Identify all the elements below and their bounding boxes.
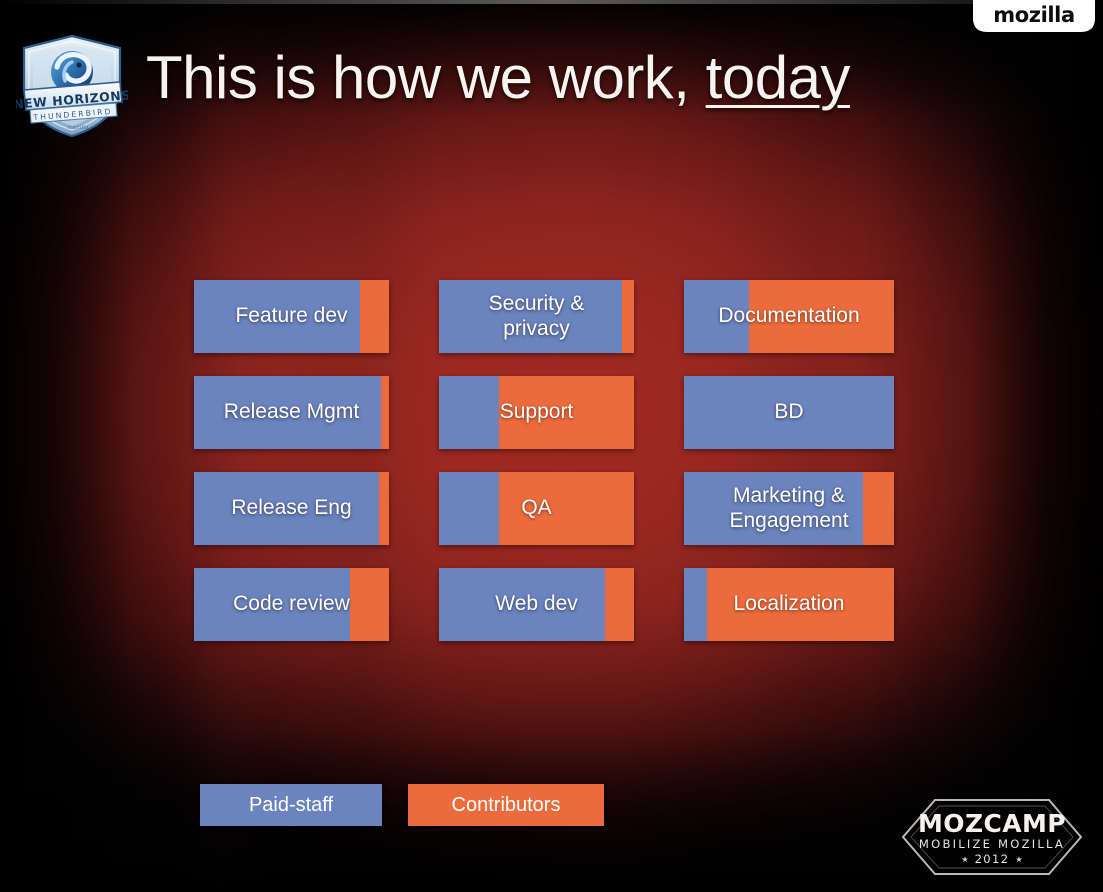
- bar-support[interactable]: Support: [439, 376, 634, 449]
- bar-segment-paid-staff: [194, 472, 380, 545]
- chart-cell: Marketing & Engagement: [684, 472, 894, 545]
- chart-row: Release Mgmt Support BD: [194, 376, 894, 449]
- bar-bd[interactable]: BD: [684, 376, 894, 449]
- chart-cell: Documentation: [684, 280, 894, 353]
- slide-canvas: mozilla NEW HORIZONS THUNDERBIRD mozilla…: [0, 0, 1103, 892]
- bar-segment-paid-staff: [439, 472, 500, 545]
- bar-code-review[interactable]: Code review: [194, 568, 389, 641]
- mozilla-badge: mozilla: [973, 0, 1095, 36]
- bar-feature-dev[interactable]: Feature dev: [194, 280, 389, 353]
- chart-row: Code review Web dev Localization: [194, 568, 894, 641]
- bar-release-eng[interactable]: Release Eng: [194, 472, 389, 545]
- chart-cell: BD: [684, 376, 894, 449]
- chart-cell: Security & privacy: [439, 280, 634, 353]
- bar-segment-paid-staff: [194, 376, 382, 449]
- mozcamp-logo: MOZCAMP MOBILIZE MOZILLA ★ 2012 ★: [899, 796, 1085, 878]
- bar-security-privacy[interactable]: Security & privacy: [439, 280, 634, 353]
- chart-row: Release Eng QA Marketing & Engagement: [194, 472, 894, 545]
- slide-title-emphasis: today: [705, 44, 851, 111]
- chart-legend: Paid-staff Contributors: [200, 784, 604, 826]
- bar-segment-contributors: [749, 280, 894, 353]
- bar-segment-contributors: [499, 472, 634, 545]
- mozcamp-wordmark: MOZCAMP: [918, 809, 1066, 838]
- chart-cell: Release Eng: [194, 472, 389, 545]
- chart-cell: Code review: [194, 568, 389, 641]
- bar-segment-contributors: [862, 472, 894, 545]
- chart-cell: Localization: [684, 568, 894, 641]
- bar-segment-contributors: [350, 568, 389, 641]
- new-horizons-logo: NEW HORIZONS THUNDERBIRD mozilla: [13, 34, 131, 138]
- work-distribution-chart: Feature dev Security & privacy Documentati…: [194, 280, 894, 641]
- bar-segment-paid-staff: [194, 280, 360, 353]
- bar-segment-paid-staff: [439, 568, 605, 641]
- bar-segment-contributors: [499, 376, 634, 449]
- bar-segment-paid-staff: [684, 280, 750, 353]
- chart-cell: Support: [439, 376, 634, 449]
- bar-segment-paid-staff: [439, 280, 623, 353]
- bar-marketing-engagement[interactable]: Marketing & Engagement: [684, 472, 894, 545]
- legend-item-paid-staff[interactable]: Paid-staff: [200, 784, 382, 826]
- bar-segment-paid-staff: [684, 472, 863, 545]
- slide-title: This is how we work, today: [146, 46, 850, 109]
- mozilla-badge-label: mozilla: [993, 3, 1075, 27]
- new-horizons-shield-icon: NEW HORIZONS THUNDERBIRD mozilla: [13, 34, 131, 138]
- bar-segment-contributors: [359, 280, 389, 353]
- slide-title-main: This is how we work,: [146, 44, 706, 111]
- bar-segment-contributors: [379, 472, 389, 545]
- bar-segment-paid-staff: [684, 376, 894, 449]
- bar-documentation[interactable]: Documentation: [684, 280, 894, 353]
- bar-segment-paid-staff: [684, 568, 708, 641]
- chart-cell: Feature dev: [194, 280, 389, 353]
- bar-segment-contributors: [622, 280, 634, 353]
- bar-localization[interactable]: Localization: [684, 568, 894, 641]
- bar-segment-paid-staff: [194, 568, 350, 641]
- mozcamp-year: 2012: [975, 852, 1010, 866]
- top-edge-highlight: [0, 0, 1103, 4]
- chart-cell: Release Mgmt: [194, 376, 389, 449]
- bar-segment-contributors: [707, 568, 894, 641]
- chart-cell: Web dev: [439, 568, 634, 641]
- chart-cell: QA: [439, 472, 634, 545]
- mozcamp-star-left-icon: ★: [961, 855, 968, 864]
- mozcamp-tagline: MOBILIZE MOZILLA: [919, 837, 1065, 851]
- bar-release-mgmt[interactable]: Release Mgmt: [194, 376, 389, 449]
- mozcamp-star-right-icon: ★: [1015, 855, 1022, 864]
- new-horizons-mozilla-mark: mozilla: [67, 125, 88, 131]
- bar-web-dev[interactable]: Web dev: [439, 568, 634, 641]
- bar-qa[interactable]: QA: [439, 472, 634, 545]
- bar-segment-paid-staff: [439, 376, 500, 449]
- mozcamp-badge-icon: MOZCAMP MOBILIZE MOZILLA ★ 2012 ★: [901, 799, 1083, 875]
- chart-row: Feature dev Security & privacy Documentati…: [194, 280, 894, 353]
- legend-item-contributors[interactable]: Contributors: [408, 784, 604, 826]
- bar-segment-contributors: [604, 568, 634, 641]
- bar-segment-contributors: [381, 376, 389, 449]
